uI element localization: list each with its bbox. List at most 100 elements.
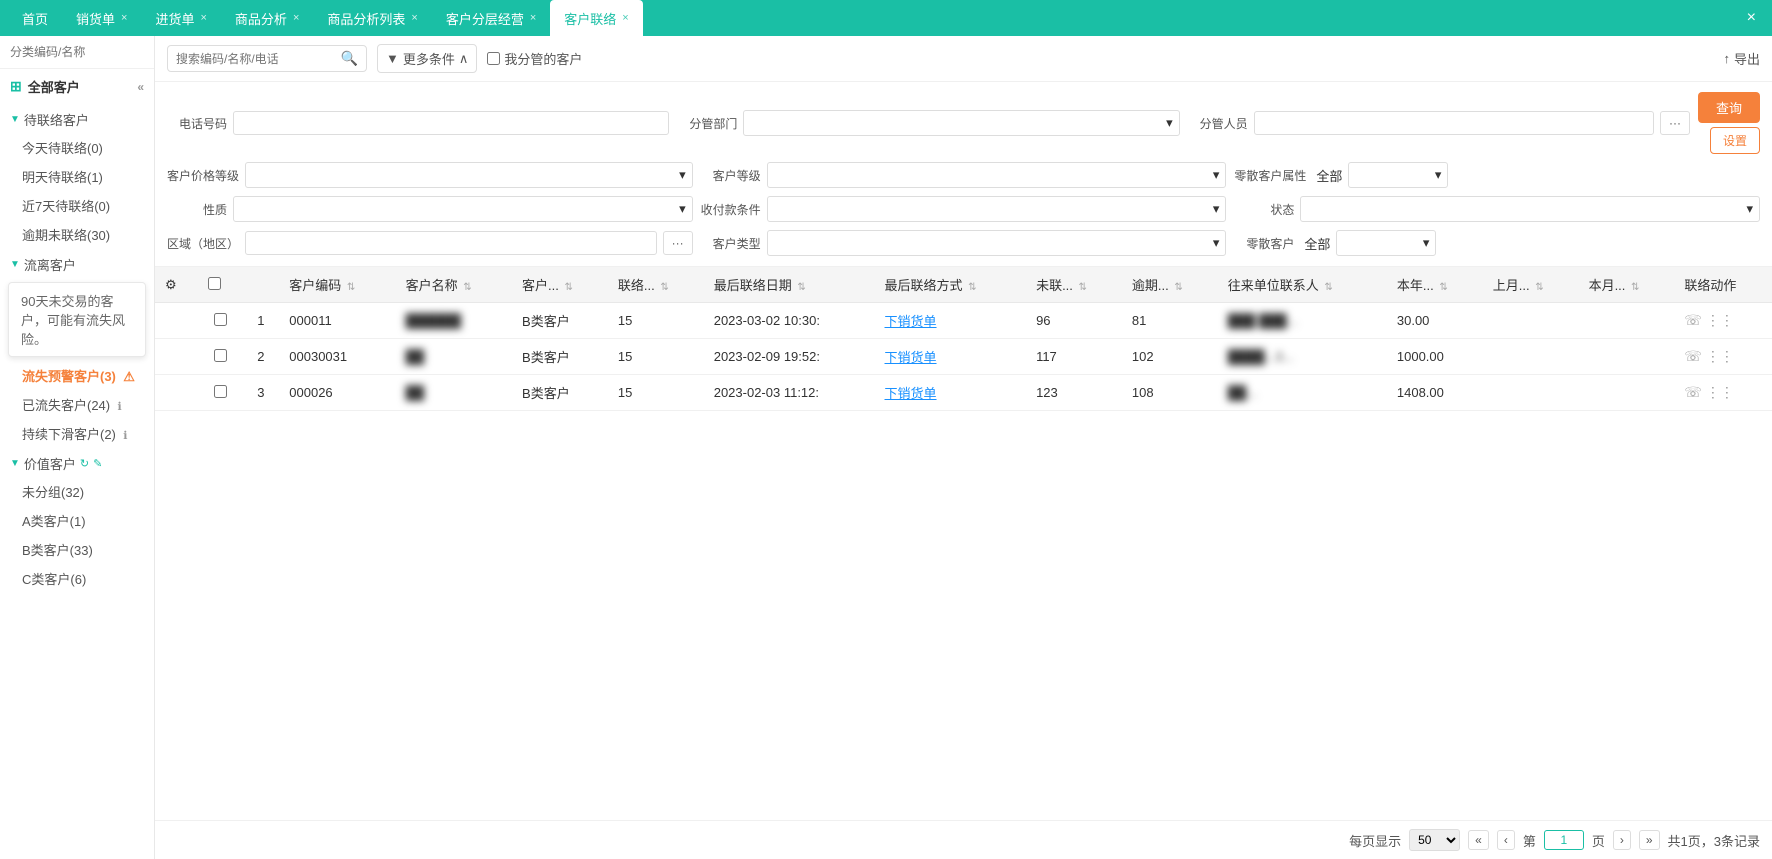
row-last-way[interactable]: 下销货单: [875, 303, 1027, 339]
sidebar-item-class-a[interactable]: A类客户(1): [0, 506, 154, 535]
per-page-select[interactable]: 50 100 200: [1409, 829, 1460, 851]
row-this-month: [1579, 303, 1675, 339]
tab-sales[interactable]: 销货单 ×: [62, 0, 141, 36]
filter-customer-grade-field: 客户等级 ▾: [701, 162, 1227, 188]
col-uncontacted[interactable]: 未联... ⇅: [1026, 267, 1122, 303]
tab-product-list[interactable]: 商品分析列表 ×: [313, 0, 431, 36]
filter-status-select[interactable]: ▾: [1300, 196, 1760, 222]
col-type[interactable]: 客户... ⇅: [512, 267, 608, 303]
col-this-month[interactable]: 本月... ⇅: [1579, 267, 1675, 303]
row-action-contact[interactable]: ☏: [1684, 312, 1702, 329]
filter-zero-attr-select[interactable]: ▾: [1348, 162, 1448, 188]
tab-home[interactable]: 首页: [8, 0, 62, 36]
col-last-way[interactable]: 最后联络方式 ⇅: [875, 267, 1027, 303]
sidebar-section-pending[interactable]: ▼ 待联络客户: [0, 104, 154, 133]
col-settings[interactable]: ⚙: [155, 267, 198, 303]
close-icon[interactable]: ×: [200, 12, 206, 24]
filter-price-grade-field: 客户价格等级 ▾: [167, 162, 693, 188]
filter-manager-input[interactable]: [1254, 111, 1654, 135]
col-code[interactable]: 客户编码 ⇅: [279, 267, 395, 303]
filter-region-input[interactable]: [245, 231, 657, 255]
col-unit-contact[interactable]: 往来单位联系人 ⇅: [1218, 267, 1387, 303]
more-conditions-button[interactable]: ▼ 更多条件 ∧: [377, 44, 477, 73]
col-name[interactable]: 客户名称 ⇅: [396, 267, 512, 303]
sidebar-item-declining[interactable]: 持续下滑客户(2) ℹ: [0, 419, 154, 448]
row-settings: [155, 375, 198, 411]
sidebar-item-overdue[interactable]: 逾期未联络(30): [0, 220, 154, 249]
row-this-year: 1000.00: [1387, 339, 1483, 375]
row-checkbox-input[interactable]: [214, 313, 227, 326]
sidebar-item-churn-warning[interactable]: 流失预警客户(3) ⚠: [0, 361, 154, 390]
next-page-button[interactable]: ›: [1613, 830, 1631, 850]
filter-phone-input[interactable]: [233, 111, 669, 135]
sidebar-item-7days[interactable]: 近7天待联络(0): [0, 191, 154, 220]
my-customers-checkbox[interactable]: [487, 52, 500, 65]
table-row: 2 00030031 ██ B类客户 15 2023-02-09 19:52: …: [155, 339, 1772, 375]
close-icon[interactable]: ×: [121, 12, 127, 24]
sort-icon: ⇅: [968, 282, 976, 293]
edit-icon[interactable]: ✎: [93, 457, 102, 470]
row-last-way[interactable]: 下销货单: [875, 339, 1027, 375]
sidebar-item-today[interactable]: 今天待联络(0): [0, 133, 154, 162]
filter-customer-type-select[interactable]: ▾: [767, 230, 1227, 256]
sidebar-item-class-c[interactable]: C类客户(6): [0, 564, 154, 593]
query-button[interactable]: 查询: [1698, 92, 1760, 123]
row-index: 2: [242, 339, 279, 375]
setting-button[interactable]: 设置: [1710, 127, 1760, 154]
first-page-button[interactable]: «: [1468, 830, 1489, 850]
close-icon[interactable]: ×: [622, 12, 628, 24]
customer-table: ⚙ 客户编码 ⇅ 客户名称 ⇅ 客户... ⇅: [155, 267, 1772, 411]
row-last-way[interactable]: 下销货单: [875, 375, 1027, 411]
filter-payment-select[interactable]: ▾: [767, 196, 1227, 222]
row-action-contact[interactable]: ☏: [1684, 384, 1702, 401]
filter-customer-type-field: 客户类型 ▾: [701, 230, 1227, 256]
row-action-contact[interactable]: ☏: [1684, 348, 1702, 365]
search-input[interactable]: [176, 52, 341, 66]
export-button[interactable]: ↑ 导出: [1723, 49, 1760, 68]
filter-gender-select[interactable]: ▾: [233, 196, 693, 222]
tab-customer-layer[interactable]: 客户分层经营 ×: [432, 0, 550, 36]
sidebar-item-tomorrow[interactable]: 明天待联络(1): [0, 162, 154, 191]
col-this-year[interactable]: 本年... ⇅: [1387, 267, 1483, 303]
select-all-checkbox[interactable]: [208, 277, 221, 290]
page-number-input[interactable]: [1544, 830, 1584, 850]
row-checkbox-input[interactable]: [214, 385, 227, 398]
row-checkbox: [198, 375, 243, 411]
row-name: ██: [396, 375, 512, 411]
sidebar-section-churn[interactable]: ▼ 流离客户: [0, 249, 154, 278]
row-action-more[interactable]: ⋮⋮: [1706, 312, 1734, 329]
sidebar-all-customers[interactable]: ⊞ 全部客户 «: [0, 69, 154, 104]
sidebar-item-ungrouped[interactable]: 未分组(32): [0, 477, 154, 506]
row-checkbox-input[interactable]: [214, 349, 227, 362]
tab-product-analysis[interactable]: 商品分析 ×: [221, 0, 313, 36]
col-last-date[interactable]: 最后联络日期 ⇅: [704, 267, 875, 303]
sidebar-item-churned[interactable]: 已流失客户(24) ℹ: [0, 390, 154, 419]
tab-customer-contact[interactable]: 客户联络 ×: [550, 0, 642, 36]
close-icon[interactable]: ×: [293, 12, 299, 24]
close-icon[interactable]: ×: [411, 12, 417, 24]
filter-zero-customer-select[interactable]: ▾: [1336, 230, 1436, 256]
filter-customer-grade-select[interactable]: ▾: [767, 162, 1227, 188]
tab-purchase[interactable]: 进货单 ×: [141, 0, 220, 36]
last-page-button[interactable]: »: [1639, 830, 1660, 850]
window-close-button[interactable]: ×: [1739, 9, 1764, 27]
search-submit-icon[interactable]: 🔍: [341, 50, 358, 67]
region-ellipsis-button[interactable]: ···: [663, 231, 693, 255]
filter-dept-select[interactable]: ▾: [743, 110, 1179, 136]
sidebar-search-input[interactable]: [10, 45, 155, 59]
row-action-more[interactable]: ⋮⋮: [1706, 384, 1734, 401]
col-last-month[interactable]: 上月... ⇅: [1483, 267, 1579, 303]
row-unit-contact: ██...: [1218, 375, 1387, 411]
col-contact[interactable]: 联络... ⇅: [608, 267, 704, 303]
close-icon[interactable]: ×: [530, 12, 536, 24]
col-overdue[interactable]: 逾期... ⇅: [1122, 267, 1218, 303]
triangle-icon: ▼: [10, 259, 20, 270]
row-name: ██████: [396, 303, 512, 339]
manager-ellipsis-button[interactable]: ···: [1660, 111, 1690, 135]
sidebar-section-value[interactable]: ▼ 价值客户 ↻ ✎: [0, 448, 154, 477]
refresh-icon[interactable]: ↻: [80, 457, 89, 470]
row-action-more[interactable]: ⋮⋮: [1706, 348, 1734, 365]
sidebar-item-class-b[interactable]: B类客户(33): [0, 535, 154, 564]
prev-page-button[interactable]: ‹: [1497, 830, 1515, 850]
filter-price-grade-select[interactable]: ▾: [245, 162, 693, 188]
